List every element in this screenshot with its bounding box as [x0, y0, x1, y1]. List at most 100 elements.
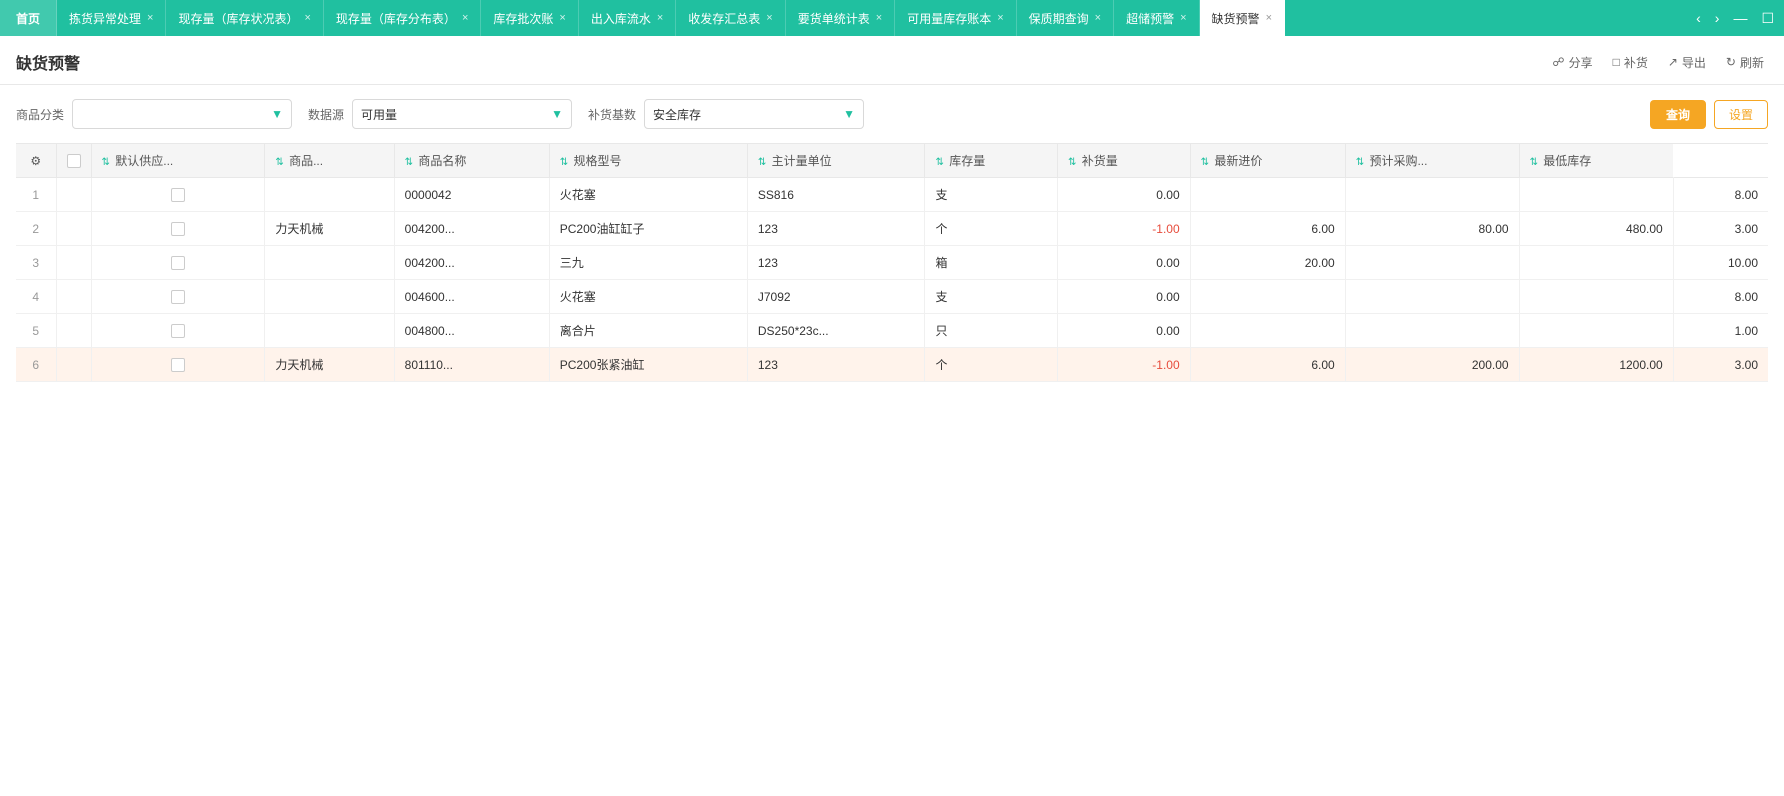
- tab-scroll-left[interactable]: ‹: [1690, 9, 1707, 27]
- close-tab-avail-ledger[interactable]: ×: [997, 13, 1003, 24]
- sort-est-purchase-icon: ⇅: [1356, 157, 1364, 168]
- refresh-button[interactable]: ↻ 刷新: [1722, 52, 1768, 73]
- row-cb-2[interactable]: [171, 256, 185, 270]
- close-tab-in-out-flow[interactable]: ×: [657, 13, 663, 24]
- replenish-base-label: 补货基数: [588, 106, 636, 123]
- row-spec-2: 123: [747, 246, 925, 280]
- row-min-stock-0: 8.00: [1673, 178, 1768, 212]
- row-checkbox-2[interactable]: [91, 246, 265, 280]
- table-row: 5 004800... 离合片 DS250*23c... 只 0.00 1.00: [16, 314, 1768, 348]
- th-product-name[interactable]: ⇅ 商品名称: [394, 144, 549, 178]
- tab-home[interactable]: 首页: [0, 0, 57, 36]
- row-min-stock-4: 1.00: [1673, 314, 1768, 348]
- row-checkbox-3[interactable]: [91, 280, 265, 314]
- row-stock-3: 0.00: [1058, 280, 1191, 314]
- row-stock-4: 0.00: [1058, 314, 1191, 348]
- row-stock-5: -1.00: [1058, 348, 1191, 382]
- row-min-stock-1: 3.00: [1673, 212, 1768, 246]
- replenish-base-filter-group: 补货基数 安全库存 ▼: [588, 99, 864, 129]
- select-all-checkbox[interactable]: [67, 154, 81, 168]
- row-cb-0[interactable]: [171, 188, 185, 202]
- tab-batch-account[interactable]: 库存批次账 ×: [481, 0, 578, 36]
- th-latest-price[interactable]: ⇅ 最新进价: [1190, 144, 1345, 178]
- close-tab-inventory-dist[interactable]: ×: [462, 13, 468, 24]
- page-header: 缺货预警 ☍ 分享 □ 补货 ↗ 导出 ↻ 刷新: [0, 36, 1784, 85]
- row-cb-1[interactable]: [171, 222, 185, 236]
- sort-product-name-icon: ⇅: [405, 157, 413, 168]
- row-stock-0: 0.00: [1058, 178, 1191, 212]
- replenish-button[interactable]: □ 补货: [1609, 52, 1652, 73]
- row-num-4: 5: [16, 314, 56, 348]
- close-tab-defect-handling[interactable]: ×: [147, 13, 153, 24]
- tab-minimize[interactable]: —: [1727, 9, 1753, 27]
- category-select[interactable]: ▼: [72, 99, 292, 129]
- row-gear-0: [56, 178, 91, 212]
- close-tab-expiry-query[interactable]: ×: [1095, 13, 1101, 24]
- row-product-code-4: 004800...: [394, 314, 549, 348]
- th-spec[interactable]: ⇅ 规格型号: [549, 144, 747, 178]
- th-product-code[interactable]: ⇅ 商品...: [265, 144, 394, 178]
- sort-min-stock-icon: ⇅: [1530, 157, 1538, 168]
- th-checkbox[interactable]: [56, 144, 91, 178]
- row-checkbox-0[interactable]: [91, 178, 265, 212]
- row-cb-5[interactable]: [171, 358, 185, 372]
- row-stock-2: 0.00: [1058, 246, 1191, 280]
- th-min-stock[interactable]: ⇅ 最低库存: [1519, 144, 1673, 178]
- row-num-2: 3: [16, 246, 56, 280]
- row-product-code-3: 004600...: [394, 280, 549, 314]
- row-latest-price-3: [1345, 280, 1519, 314]
- settings-button[interactable]: 设置: [1714, 100, 1768, 129]
- th-unit[interactable]: ⇅ 主计量单位: [747, 144, 925, 178]
- row-cb-4[interactable]: [171, 324, 185, 338]
- close-tab-recv-summary[interactable]: ×: [766, 13, 772, 24]
- row-num-5: 6: [16, 348, 56, 382]
- th-supplier[interactable]: ⇅ 默认供应...: [91, 144, 265, 178]
- row-checkbox-4[interactable]: [91, 314, 265, 348]
- row-cb-3[interactable]: [171, 290, 185, 304]
- table-row: 2 力天机械 004200... PC200油缸缸子 123 个 -1.00 6…: [16, 212, 1768, 246]
- tab-recv-summary[interactable]: 收发存汇总表 ×: [676, 0, 785, 36]
- query-button[interactable]: 查询: [1650, 100, 1706, 129]
- close-tab-batch-account[interactable]: ×: [559, 13, 565, 24]
- th-gear[interactable]: ⚙: [16, 144, 56, 178]
- tab-defect-handling[interactable]: 拣货异常处理 ×: [57, 0, 166, 36]
- row-supplier-4: [265, 314, 394, 348]
- tab-scroll-right[interactable]: ›: [1709, 9, 1726, 27]
- tab-inventory-status[interactable]: 现存量（库存状况表） ×: [166, 0, 323, 36]
- row-num-3: 4: [16, 280, 56, 314]
- table-row: 3 004200... 三九 123 箱 0.00 20.00 10.00: [16, 246, 1768, 280]
- row-checkbox-1[interactable]: [91, 212, 265, 246]
- tab-inventory-dist[interactable]: 现存量（库存分布表） ×: [324, 0, 481, 36]
- th-stock[interactable]: ⇅ 库存量: [925, 144, 1058, 178]
- close-tab-shortage[interactable]: ×: [1266, 13, 1272, 24]
- tab-expiry-query[interactable]: 保质期查询 ×: [1017, 0, 1114, 36]
- filter-actions: 查询 设置: [1650, 100, 1768, 129]
- row-unit-2: 箱: [925, 246, 1058, 280]
- row-supplier-3: [265, 280, 394, 314]
- tab-maximize[interactable]: ☐: [1755, 9, 1780, 27]
- close-tab-inventory-status[interactable]: ×: [304, 13, 310, 24]
- tab-demand-stats[interactable]: 要货单统计表 ×: [786, 0, 895, 36]
- close-tab-demand-stats[interactable]: ×: [876, 13, 882, 24]
- tab-avail-ledger[interactable]: 可用量库存账本 ×: [895, 0, 1016, 36]
- datasource-chevron-icon: ▼: [551, 107, 563, 121]
- row-min-stock-3: 8.00: [1673, 280, 1768, 314]
- sort-product-code-icon: ⇅: [275, 157, 283, 168]
- export-button[interactable]: ↗ 导出: [1664, 52, 1710, 73]
- row-replenish-qty-3: [1190, 280, 1345, 314]
- sort-latest-price-icon: ⇅: [1201, 157, 1209, 168]
- row-product-code-0: 0000042: [394, 178, 549, 212]
- tab-in-out-flow[interactable]: 出入库流水 ×: [579, 0, 676, 36]
- tab-shortage[interactable]: 缺货预警 ×: [1200, 0, 1285, 36]
- share-button[interactable]: ☍ 分享: [1548, 52, 1596, 73]
- th-replenish-qty[interactable]: ⇅ 补货量: [1058, 144, 1191, 178]
- row-est-purchase-2: [1519, 246, 1673, 280]
- datasource-select[interactable]: 可用量 ▼: [352, 99, 572, 129]
- row-checkbox-5[interactable]: [91, 348, 265, 382]
- th-est-purchase[interactable]: ⇅ 预计采购...: [1345, 144, 1519, 178]
- table-row: 4 004600... 火花塞 J7092 支 0.00 8.00: [16, 280, 1768, 314]
- replenish-base-select[interactable]: 安全库存 ▼: [644, 99, 864, 129]
- row-spec-5: 123: [747, 348, 925, 382]
- tab-overstock[interactable]: 超储预警 ×: [1114, 0, 1199, 36]
- close-tab-overstock[interactable]: ×: [1180, 13, 1186, 24]
